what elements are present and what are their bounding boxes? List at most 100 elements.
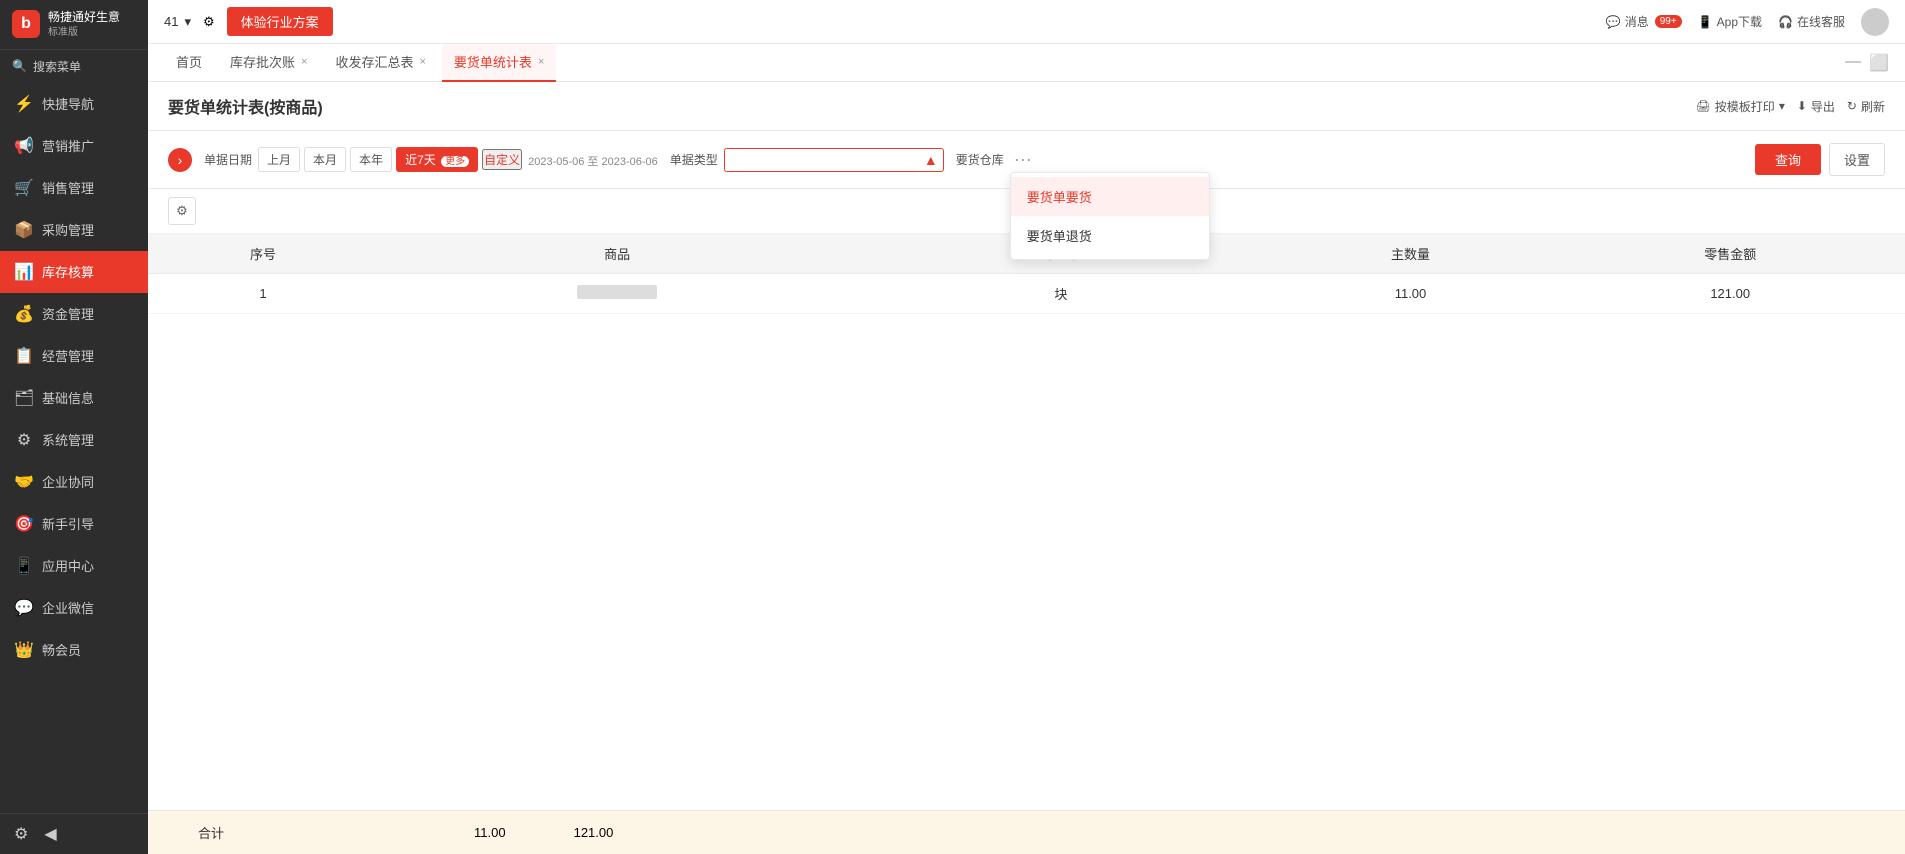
sidebar-item-wechat[interactable]: 💬 企业微信 (0, 587, 148, 629)
order-type-dropdown: 要货单要货 要货单退货 (1010, 172, 1210, 260)
collapse-icon[interactable]: ◀ (44, 824, 56, 844)
tab-receipts-summary-close[interactable]: × (419, 56, 425, 68)
purchase-icon: 📦 (14, 220, 34, 240)
topbar: 41 ▾ ⚙ 体验行业方案 💬 消息 99+ 📱 App下载 🎧 在线客服 (148, 0, 1905, 44)
page-header: 要货单统计表(按商品) 🖨 按模板打印 ▾ ⬇ 导出 ↻ 刷新 (148, 82, 1905, 131)
notification-icon: 💬 (1606, 15, 1621, 29)
filter-expand-button[interactable]: › (168, 148, 192, 172)
sales-icon: 🛒 (14, 178, 34, 198)
settings-icon[interactable]: ⚙ (14, 824, 28, 844)
sidebar-item-system[interactable]: ⚙ 系统管理 (0, 419, 148, 461)
export-icon: ⬇ (1797, 99, 1807, 113)
tab-batch-ledger[interactable]: 库存批次账 × (218, 44, 319, 82)
page-actions: 🖨 按模板打印 ▾ ⬇ 导出 ↻ 刷新 (1696, 98, 1885, 127)
settings-button[interactable]: 设置 (1829, 143, 1885, 176)
dropdown-item-order-goods[interactable]: 要货单要货 (1011, 177, 1209, 216)
app-download-item[interactable]: 📱 App下载 (1698, 13, 1762, 30)
refresh-btn[interactable]: ↻ 刷新 (1847, 98, 1885, 115)
date-btn-last-7-days[interactable]: 近7天 更多 (396, 147, 478, 172)
guide-icon: 🎯 (14, 514, 34, 534)
col-product: 商品 (378, 234, 856, 274)
app-logo: b 畅捷通好生意 标准版 (0, 0, 148, 50)
cell-unit: 块 (856, 274, 1265, 314)
online-service-item[interactable]: 🎧 在线客服 (1778, 13, 1845, 30)
date-filter-group: 单据日期 上月 本月 本年 近7天 更多 自定义 2023-05-06 至 20… (204, 147, 658, 172)
sidebar-item-quick-nav[interactable]: ⚡ 快捷导航 (0, 83, 148, 125)
order-type-input[interactable] (724, 148, 944, 172)
date-btn-last-month[interactable]: 上月 (258, 147, 300, 172)
sidebar-item-marketing[interactable]: 📢 营销推广 (0, 125, 148, 167)
promo-button[interactable]: 体验行业方案 (227, 7, 333, 36)
page-content: 要货单统计表(按商品) 🖨 按模板打印 ▾ ⬇ 导出 ↻ 刷新 › (148, 82, 1905, 854)
avatar[interactable] (1861, 8, 1889, 36)
page-title: 要货单统计表(按商品) (168, 94, 323, 130)
warehouse-more-icon[interactable]: ··· (1014, 149, 1032, 170)
date-btn-custom[interactable]: 自定义 (482, 149, 522, 170)
col-quantity: 主数量 (1266, 234, 1556, 274)
topbar-settings-icon[interactable]: ⚙ (203, 14, 215, 30)
notification-item[interactable]: 💬 消息 99+ (1606, 13, 1682, 30)
tab-receipts-summary[interactable]: 收发存汇总表 × (323, 44, 437, 82)
print-icon: 🖨 (1696, 99, 1711, 113)
quick-nav-icon: ⚡ (14, 94, 34, 114)
query-button[interactable]: 查询 (1755, 144, 1821, 175)
search-menu[interactable]: 🔍 搜索菜单 (0, 50, 148, 83)
tab-minimize-icon[interactable]: — (1845, 53, 1861, 73)
finance-icon: 💰 (14, 304, 34, 324)
table-settings-button[interactable]: ⚙ (168, 197, 196, 225)
dropdown-item-order-return[interactable]: 要货单退货 (1011, 216, 1209, 255)
sidebar-item-guide[interactable]: 🎯 新手引导 (0, 503, 148, 545)
date-buttons: 上月 本月 本年 近7天 更多 自定义 (258, 147, 522, 172)
topbar-left: 41 ▾ ⚙ 体验行业方案 (164, 7, 333, 36)
sidebar-item-sales[interactable]: 🛒 销售管理 (0, 167, 148, 209)
chevron-down-icon: ▾ (1779, 99, 1785, 113)
date-btn-this-month[interactable]: 本月 (304, 147, 346, 172)
tab-home[interactable]: 首页 (164, 44, 214, 82)
member-icon: 👑 (14, 640, 34, 660)
warehouse-label: 要货仓库 (956, 151, 1004, 168)
order-type-select-wrapper: ▲ (724, 148, 944, 172)
refresh-icon: ↻ (1847, 99, 1857, 113)
tab-batch-ledger-close[interactable]: × (301, 56, 307, 68)
sidebar-item-inventory[interactable]: 📊 库存核算 (0, 251, 148, 293)
sidebar-nav: ⚡ 快捷导航 📢 营销推广 🛒 销售管理 📦 采购管理 📊 库存核算 💰 资金管… (0, 83, 148, 813)
chevron-down-icon: ▾ (184, 14, 191, 30)
print-btn[interactable]: 🖨 按模板打印 ▾ (1696, 98, 1785, 115)
order-type-filter-group: 单据类型 ▲ 要货单要货 要货单退货 (670, 148, 944, 172)
cell-quantity: 11.00 (1266, 274, 1556, 314)
col-num: 序号 (148, 234, 378, 274)
table-wrapper: 序号 商品 主计量单位 主数量 零售金额 1 (148, 234, 1905, 810)
total-label: 合计 (198, 823, 224, 842)
gear-icon: ⚙ (176, 203, 188, 219)
sidebar-item-finance[interactable]: 💰 资金管理 (0, 293, 148, 335)
inventory-icon: 📊 (14, 262, 34, 282)
sidebar-item-enterprise[interactable]: 🤝 企业协同 (0, 461, 148, 503)
sidebar: b 畅捷通好生意 标准版 🔍 搜索菜单 ⚡ 快捷导航 📢 营销推广 🛒 销售管理… (0, 0, 148, 854)
sidebar-item-member[interactable]: 👑 畅会员 (0, 629, 148, 671)
order-type-label: 单据类型 (670, 151, 718, 168)
download-icon: 📱 (1698, 15, 1713, 29)
tab-maximize-icon[interactable]: ⬜ (1869, 53, 1889, 73)
table-section: ⚙ 序号 商品 主计量单位 主数量 零售金额 (148, 189, 1905, 854)
enterprise-icon: 🤝 (14, 472, 34, 492)
cell-num: 1 (148, 274, 378, 314)
total-quantity: 11.00 (474, 825, 506, 840)
operations-icon: 📋 (14, 346, 34, 366)
table-row: 1 块 11.00 121.00 (148, 274, 1905, 314)
total-amount: 121.00 (574, 825, 614, 840)
export-btn[interactable]: ⬇ 导出 (1797, 98, 1835, 115)
tab-order-stats-close[interactable]: × (538, 56, 544, 68)
account-selector[interactable]: 41 ▾ (164, 14, 191, 30)
cell-amount: 121.00 (1555, 274, 1905, 314)
date-btn-this-year[interactable]: 本年 (350, 147, 392, 172)
sidebar-item-operations[interactable]: 📋 经营管理 (0, 335, 148, 377)
main-area: 41 ▾ ⚙ 体验行业方案 💬 消息 99+ 📱 App下载 🎧 在线客服 (148, 0, 1905, 854)
sidebar-item-basic-info[interactable]: 🗂 基础信息 (0, 377, 148, 419)
sidebar-item-purchase[interactable]: 📦 采购管理 (0, 209, 148, 251)
date-filter-label: 单据日期 (204, 151, 252, 168)
system-icon: ⚙ (14, 430, 34, 450)
sidebar-item-app-center[interactable]: 📱 应用中心 (0, 545, 148, 587)
marketing-icon: 📢 (14, 136, 34, 156)
tab-order-stats[interactable]: 要货单统计表 × (442, 44, 556, 82)
tabs-bar: 首页 库存批次账 × 收发存汇总表 × 要货单统计表 × — ⬜ (148, 44, 1905, 82)
